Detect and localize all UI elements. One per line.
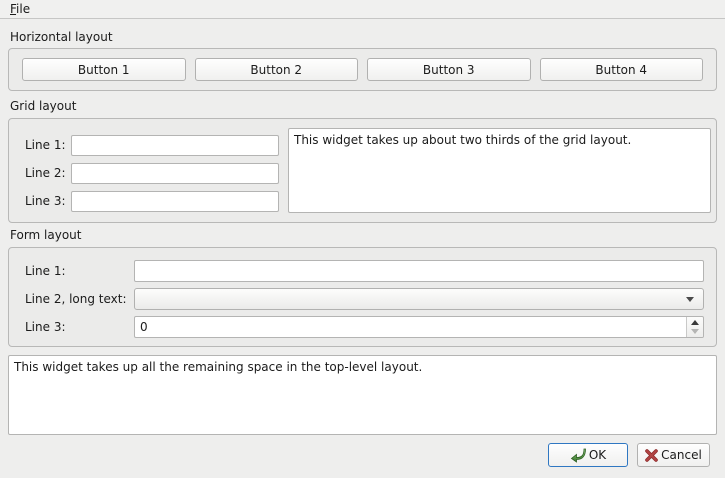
form-line2-label: Line 2, long text:: [25, 292, 127, 306]
form-line2-combobox[interactable]: [134, 288, 704, 310]
triangle-up-icon[interactable]: [691, 320, 699, 325]
menu-file[interactable]: File: [4, 0, 36, 18]
bottom-textedit[interactable]: This widget takes up all the remaining s…: [8, 355, 717, 435]
cancel-button-label: Cancel: [661, 448, 702, 462]
triangle-down-icon[interactable]: [691, 329, 699, 334]
ok-button[interactable]: OK: [548, 443, 628, 467]
menu-file-rest: ile: [16, 2, 31, 16]
form-group-title: Form layout: [10, 228, 82, 242]
horizontal-button-row: Button 1 Button 2 Button 3 Button 4: [22, 58, 703, 81]
button-2[interactable]: Button 2: [194, 58, 358, 81]
form-group-box: Line 1: Line 2, long text: Line 3:: [8, 247, 717, 347]
form-line3-spinbox-input[interactable]: [134, 316, 704, 338]
grid-line2-label: Line 2:: [25, 166, 66, 180]
horizontal-group-title: Horizontal layout: [10, 30, 113, 44]
grid-line2-input[interactable]: [71, 163, 279, 184]
button-4[interactable]: Button 4: [539, 58, 703, 81]
form-line3-spinbox: [134, 316, 704, 338]
form-line3-label: Line 3:: [25, 320, 66, 334]
chevron-down-icon: [686, 297, 694, 302]
grid-line3-label: Line 3:: [25, 194, 66, 208]
cancel-button[interactable]: Cancel: [637, 443, 710, 467]
grid-line3-input[interactable]: [71, 191, 279, 212]
form-line1-input[interactable]: [134, 260, 704, 282]
grid-line1-label: Line 1:: [25, 138, 66, 152]
red-x-icon: [645, 448, 658, 462]
form-line1-label: Line 1:: [25, 264, 66, 278]
button-3[interactable]: Button 3: [367, 58, 531, 81]
ok-button-label: OK: [588, 448, 607, 462]
menubar: File: [0, 0, 725, 19]
grid-line1-input[interactable]: [71, 135, 279, 156]
green-return-arrow-icon: [570, 447, 586, 463]
grid-group-box: Line 1: Line 2: Line 3: This widget take…: [8, 118, 717, 223]
button-1[interactable]: Button 1: [22, 58, 186, 81]
grid-textedit[interactable]: This widget takes up about two thirds of…: [288, 128, 711, 213]
grid-group-title: Grid layout: [10, 99, 77, 113]
spinbox-buttons[interactable]: [686, 317, 703, 337]
horizontal-group-box: Button 1 Button 2 Button 3 Button 4: [8, 48, 717, 91]
